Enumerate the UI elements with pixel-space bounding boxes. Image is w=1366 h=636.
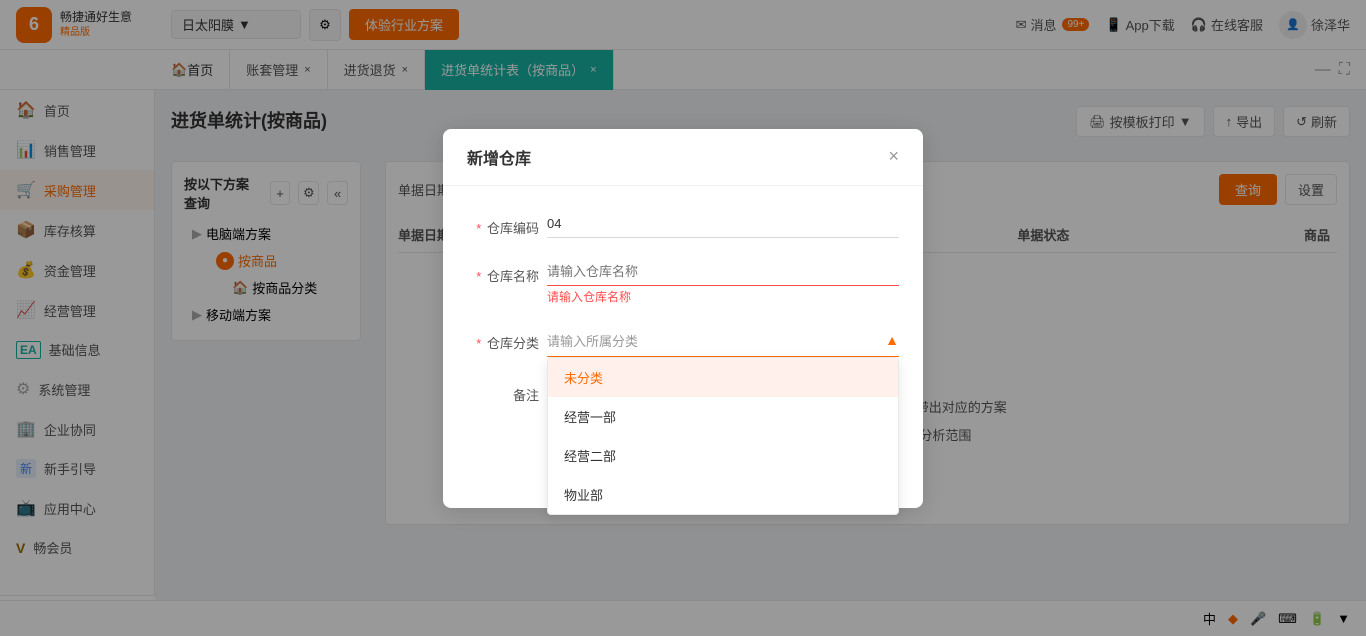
name-input[interactable] [547, 258, 899, 286]
code-field-wrap [547, 210, 899, 238]
overlay: 新增仓库 × * 仓库编码 * 仓库名称 [0, 0, 1366, 636]
modal: 新增仓库 × * 仓库编码 * 仓库名称 [443, 129, 923, 508]
dropdown-item-none[interactable]: 未分类 [548, 358, 898, 397]
dropdown-item-op2[interactable]: 经营二部 [548, 436, 898, 475]
form-row-name: * 仓库名称 请输入仓库名称 [467, 258, 899, 305]
note-label: 备注 [467, 377, 547, 404]
code-label: * 仓库编码 [467, 210, 547, 237]
modal-close-button[interactable]: × [888, 146, 899, 167]
name-field-wrap: 请输入仓库名称 [547, 258, 899, 305]
category-field-wrap: 请输入所属分类 ▲ 未分类 经营一部 经营二部 物业部 [547, 325, 899, 357]
dropdown-item-op1[interactable]: 经营一部 [548, 397, 898, 436]
name-error-message: 请输入仓库名称 [547, 288, 899, 305]
name-label: * 仓库名称 [467, 258, 547, 285]
code-input[interactable] [547, 210, 899, 238]
category-dropdown: 未分类 经营一部 经营二部 物业部 [547, 357, 899, 515]
category-label: * 仓库分类 [467, 325, 547, 352]
category-placeholder: 请输入所属分类 [547, 331, 638, 350]
modal-body: * 仓库编码 * 仓库名称 请输入仓库名称 [443, 186, 923, 449]
form-row-code: * 仓库编码 [467, 210, 899, 238]
form-row-category: * 仓库分类 请输入所属分类 ▲ 未分类 经营一部 经营二部 物业部 [467, 325, 899, 357]
modal-title: 新增仓库 [467, 145, 531, 169]
category-select[interactable]: 请输入所属分类 ▲ [547, 325, 899, 357]
category-chevron-up-icon: ▲ [885, 332, 899, 348]
modal-header: 新增仓库 × [443, 129, 923, 186]
dropdown-item-op3[interactable]: 物业部 [548, 475, 898, 514]
